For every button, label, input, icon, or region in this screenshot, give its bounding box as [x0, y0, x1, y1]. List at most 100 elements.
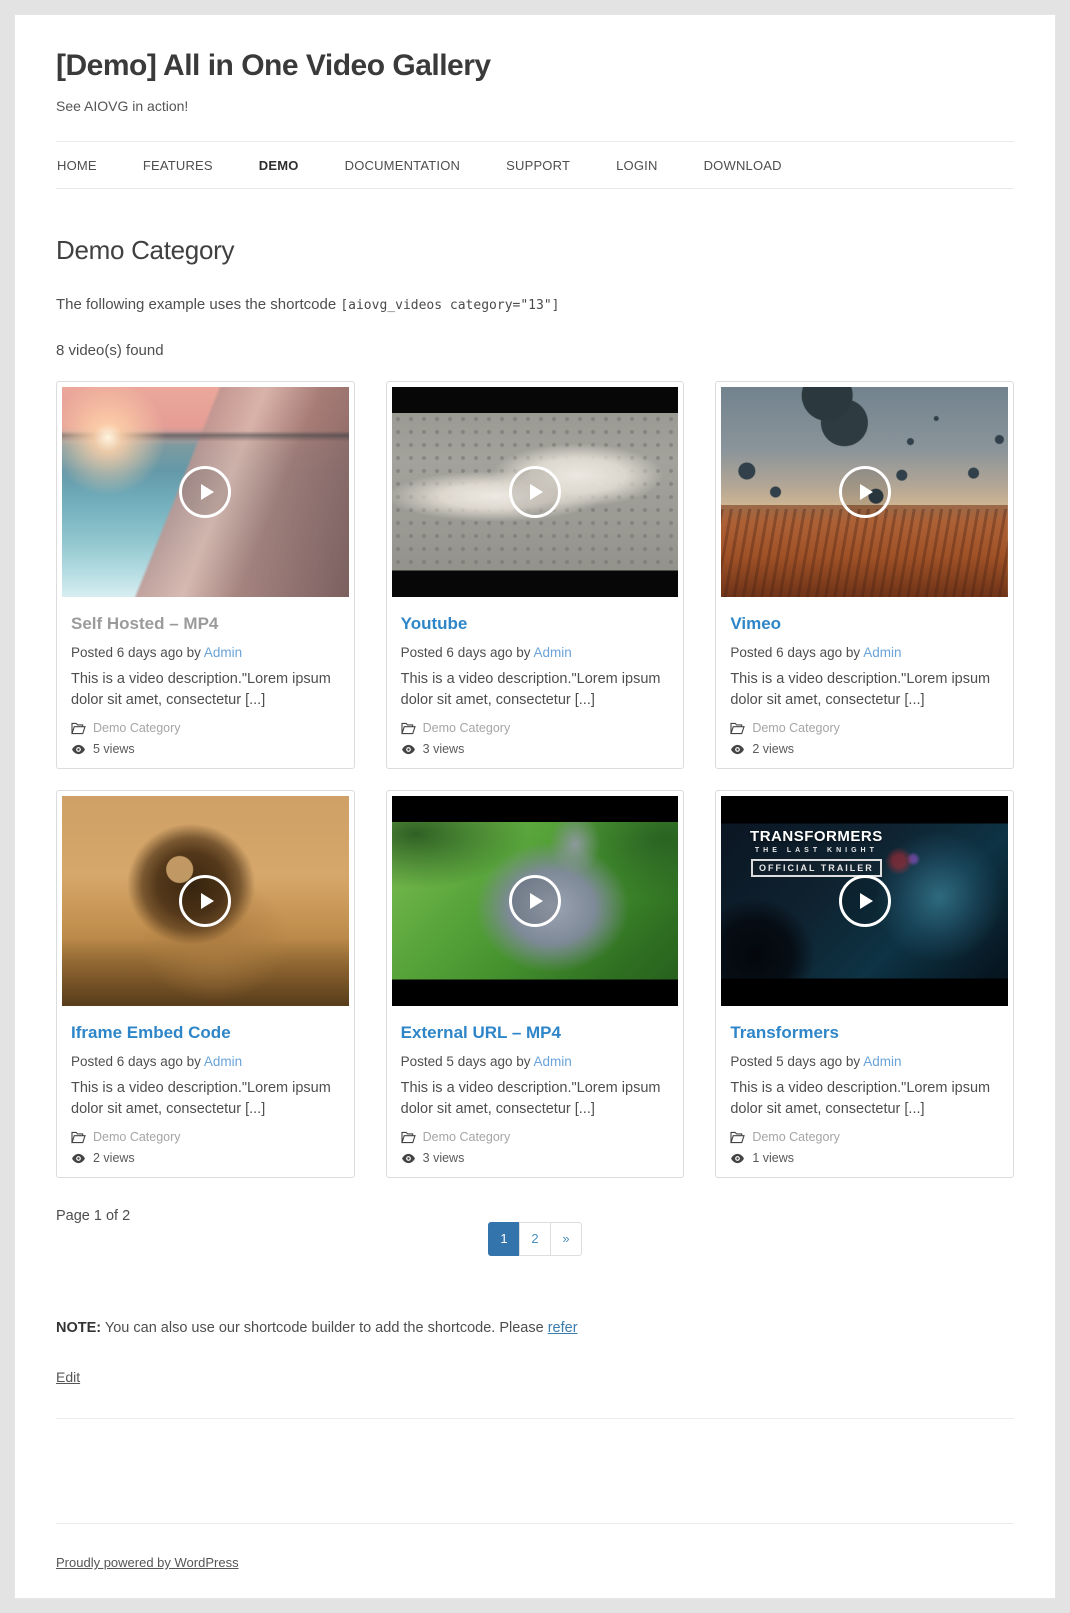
- author-link[interactable]: Admin: [863, 1054, 901, 1069]
- video-title[interactable]: Transformers: [730, 1023, 839, 1043]
- pagination-next[interactable]: »: [550, 1222, 582, 1257]
- video-description: This is a video description."Lorem ipsum…: [71, 671, 331, 709]
- site-title: [Demo] All in One Video Gallery: [56, 49, 491, 82]
- note-paragraph: NOTE: You can also use our shortcode bui…: [56, 1320, 1014, 1336]
- video-posted-line: Posted 5 days ago by Admin: [401, 1054, 670, 1069]
- pagination-page-1[interactable]: 1: [488, 1222, 520, 1257]
- nav-item-documentation[interactable]: DOCUMENTATION: [345, 158, 461, 173]
- nav-item-features[interactable]: FEATURES: [143, 158, 213, 173]
- video-category-row: Demo Category: [71, 721, 340, 735]
- video-description: This is a video description."Lorem ipsum…: [400, 1080, 661, 1118]
- video-thumbnail[interactable]: [62, 387, 349, 597]
- video-thumbnail[interactable]: [62, 796, 349, 1007]
- posted-text: Posted 6 days ago by: [400, 645, 531, 660]
- category-label[interactable]: Demo Category: [752, 721, 840, 735]
- folder-icon: [400, 1131, 416, 1143]
- views-label: 2 views: [752, 742, 795, 757]
- video-views-row: 2 views: [730, 742, 999, 756]
- folder-icon: [730, 722, 746, 734]
- video-thumbnail[interactable]: [391, 387, 679, 597]
- pager-wrapper: 1 2»: [56, 1204, 1014, 1257]
- video-category-row: Demo Category: [400, 1130, 670, 1144]
- views-label: 1 views: [752, 1151, 795, 1166]
- video-views-row: 5 views: [71, 742, 340, 756]
- video-thumbnail[interactable]: [721, 387, 1008, 597]
- video-category-row: Demo Category: [400, 721, 670, 735]
- nav-item-demo[interactable]: DEMO: [259, 158, 299, 173]
- nav-item-support[interactable]: SUPPORT: [506, 158, 570, 173]
- play-icon[interactable]: [838, 875, 891, 928]
- category-label[interactable]: Demo Category: [423, 721, 511, 735]
- eye-icon: [72, 1153, 85, 1163]
- pagination: 1 2»: [488, 1222, 582, 1257]
- video-category-row: Demo Category: [730, 1130, 999, 1144]
- play-icon[interactable]: [508, 875, 561, 928]
- posted-text: Posted 6 days ago by: [71, 1054, 201, 1070]
- posted-text: Posted 5 days ago by: [400, 1054, 531, 1070]
- video-card-body: External URL – MP4 Posted 5 days ago by …: [392, 1006, 679, 1165]
- video-posted-line: Posted 6 days ago by Admin: [71, 1054, 340, 1069]
- content-divider: [56, 1418, 1014, 1420]
- video-posted-line: Posted 6 days ago by Admin: [730, 645, 999, 660]
- video-thumbnail[interactable]: TRANSFORMERS THE LAST KNIGHT OFFICIAL TR…: [721, 796, 1008, 1007]
- video-views-row: 1 views: [730, 1151, 999, 1165]
- wordpress-credit-link[interactable]: Proudly powered by WordPress: [56, 1555, 239, 1570]
- play-icon[interactable]: [838, 466, 891, 518]
- video-title[interactable]: Self Hosted – MP4: [71, 614, 218, 634]
- video-grid: Self Hosted – MP4 Posted 6 days ago by A…: [56, 381, 1014, 1179]
- posted-text: Posted 6 days ago by: [71, 645, 201, 660]
- views-label: 3 views: [422, 1151, 465, 1166]
- page-indicator: Page 1 of 2: [56, 1208, 131, 1225]
- main-nav: HOME FEATURES DEMO DOCUMENTATION SUPPORT LOGI…: [56, 142, 1014, 189]
- video-title[interactable]: Youtube: [401, 614, 468, 634]
- author-link[interactable]: Admin: [863, 645, 901, 660]
- video-category-row: Demo Category: [730, 721, 999, 735]
- video-posted-line: Posted 6 days ago by Admin: [401, 645, 670, 660]
- views-label: 5 views: [93, 742, 135, 757]
- views-label: 2 views: [93, 1151, 135, 1166]
- folder-icon: [400, 722, 416, 734]
- video-posted-line: Posted 6 days ago by Admin: [71, 645, 340, 660]
- video-title[interactable]: External URL – MP4: [401, 1023, 561, 1043]
- folder-icon: [71, 722, 86, 734]
- play-icon[interactable]: [508, 466, 561, 518]
- video-description: This is a video description."Lorem ipsum…: [730, 1080, 991, 1118]
- author-link[interactable]: Admin: [204, 645, 242, 660]
- nav-item-download[interactable]: DOWNLOAD: [704, 158, 782, 173]
- video-title[interactable]: Vimeo: [730, 614, 781, 634]
- video-card-body: Transformers Posted 5 days ago by Admin …: [721, 1006, 1008, 1165]
- author-link[interactable]: Admin: [534, 1054, 572, 1069]
- play-icon[interactable]: [179, 466, 232, 518]
- nav-item-home[interactable]: HOME: [57, 158, 97, 173]
- author-link[interactable]: Admin: [534, 645, 572, 660]
- posted-text: Posted 5 days ago by: [730, 1054, 861, 1070]
- nav-item-login[interactable]: LOGIN: [616, 158, 657, 173]
- edit-link[interactable]: Edit: [56, 1369, 80, 1385]
- video-title[interactable]: Iframe Embed Code: [71, 1023, 231, 1043]
- video-views-row: 2 views: [71, 1151, 340, 1165]
- site-footer: Proudly powered by WordPress: [56, 1524, 1014, 1572]
- folder-icon: [730, 1131, 746, 1143]
- video-description: This is a video description."Lorem ipsum…: [71, 1080, 331, 1118]
- intro-text: The following example uses the shortcode: [56, 296, 341, 313]
- video-posted-line: Posted 5 days ago by Admin: [730, 1054, 999, 1069]
- overlay-title: TRANSFORMERS: [750, 827, 883, 845]
- note-text: You can also use our shortcode builder t…: [101, 1320, 548, 1337]
- author-link[interactable]: Admin: [204, 1054, 242, 1069]
- eye-icon: [401, 1153, 415, 1163]
- category-label[interactable]: Demo Category: [93, 1130, 181, 1144]
- video-thumbnail[interactable]: [391, 796, 679, 1007]
- video-description: This is a video description."Lorem ipsum…: [730, 671, 991, 709]
- refer-link[interactable]: refer: [548, 1320, 578, 1336]
- video-card: Vimeo Posted 6 days ago by Admin This is…: [715, 381, 1014, 770]
- category-label[interactable]: Demo Category: [752, 1130, 840, 1144]
- category-label[interactable]: Demo Category: [423, 1130, 511, 1144]
- video-card-body: Self Hosted – MP4 Posted 6 days ago by A…: [62, 597, 349, 756]
- category-label[interactable]: Demo Category: [93, 721, 181, 735]
- site-tagline: See AIOVG in action!: [56, 98, 189, 114]
- pagination-page-2[interactable]: 2: [519, 1222, 551, 1257]
- eye-icon: [731, 744, 745, 754]
- page-title: Demo Category: [56, 235, 235, 265]
- play-icon[interactable]: [179, 875, 232, 928]
- intro-paragraph: The following example uses the shortcode…: [56, 296, 1014, 313]
